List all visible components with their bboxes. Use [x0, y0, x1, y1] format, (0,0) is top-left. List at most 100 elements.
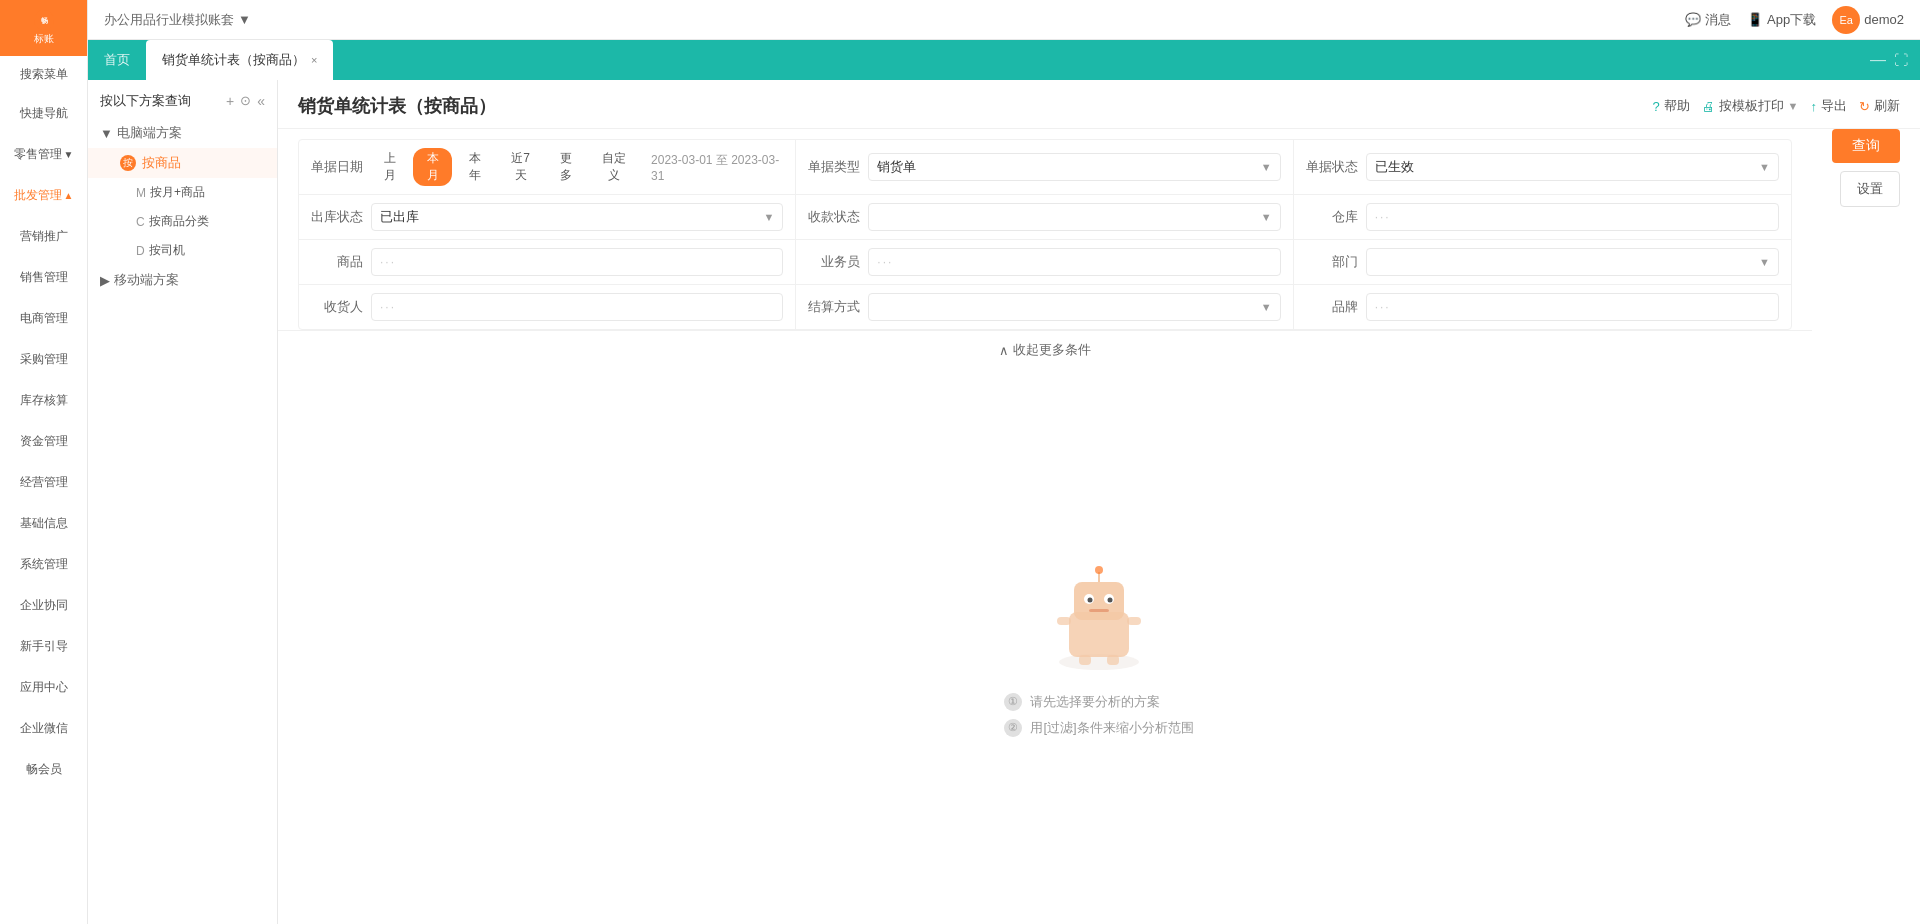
doc-status-value: 已生效 — [1375, 158, 1759, 176]
tree-subitem-icon-3: D — [136, 244, 145, 258]
hint2-num: ② — [1004, 719, 1022, 737]
warehouse2-input[interactable]: ··· — [1366, 203, 1779, 231]
query-button[interactable]: 查询 — [1832, 129, 1900, 163]
tab-home[interactable]: 首页 — [88, 40, 146, 80]
tree-subitem-month-product-label: 按月+商品 — [150, 184, 205, 201]
sidebar-search[interactable]: 搜索菜单 — [16, 56, 72, 93]
warehouse-label: 出库状态 — [311, 208, 371, 226]
sidebar-item-system[interactable]: 系统管理 — [0, 544, 87, 585]
svg-rect-13 — [1127, 617, 1141, 625]
collapse-row: ∧ 收起更多条件 — [278, 330, 1812, 369]
warehouse-select[interactable]: 已出库 ▼ — [371, 203, 783, 231]
tab-active[interactable]: 销货单统计表（按商品） × — [146, 40, 333, 80]
template-print-btn[interactable]: 🖨 按模板打印 ▼ — [1702, 97, 1799, 115]
settings-button[interactable]: 设置 — [1840, 171, 1900, 207]
date-btn-this-month[interactable]: 本月 — [413, 148, 451, 186]
doc-status-select[interactable]: 已生效 ▼ — [1366, 153, 1779, 181]
date-btn-last-month[interactable]: 上月 — [371, 148, 409, 186]
help-btn[interactable]: ? 帮助 — [1652, 97, 1689, 115]
sidebar-item-member[interactable]: 畅会员 — [0, 749, 87, 790]
filter-cell-brand: 品牌 ··· — [1294, 285, 1791, 329]
dept-select[interactable]: ▼ — [1366, 248, 1779, 276]
tree-section-desktop-arrow: ▼ — [100, 126, 113, 141]
collect-label: 收款状态 — [808, 208, 868, 226]
doc-status-arrow: ▼ — [1759, 161, 1770, 173]
sidebar-item-purchase[interactable]: 采购管理 — [0, 339, 87, 380]
tree-section-mobile-label: 移动端方案 — [114, 271, 179, 289]
sidebar-item-business[interactable]: 经营管理 — [0, 462, 87, 503]
date-btn-custom[interactable]: 自定义 — [589, 148, 639, 186]
user-btn[interactable]: Ea demo2 — [1832, 6, 1904, 34]
sidebar-item-appstore[interactable]: 应用中心 — [0, 667, 87, 708]
brand-control: ··· — [1366, 293, 1779, 321]
salesperson-control: ··· — [868, 248, 1280, 276]
product-input[interactable]: ··· — [371, 248, 783, 276]
date-btn-this-year[interactable]: 本年 — [456, 148, 494, 186]
export-btn[interactable]: ↑ 导出 — [1811, 97, 1848, 115]
topbar: 办公用品行业模拟账套 ▼ 💬 消息 📱 App下载 Ea demo2 — [88, 0, 1920, 40]
tab-minimize-icon[interactable]: — — [1870, 51, 1886, 69]
empty-state: ① 请先选择要分析的方案 ② 用[过滤]条件来缩小分析范围 — [278, 369, 1920, 924]
salesperson-input[interactable]: ··· — [868, 248, 1280, 276]
receiver-dots: ··· — [380, 300, 396, 314]
collapse-icon: ∧ — [999, 343, 1009, 358]
tree-section-desktop-title[interactable]: ▼ 电脑端方案 — [88, 118, 277, 148]
collapse-btn[interactable]: ∧ 收起更多条件 — [999, 335, 1091, 365]
message-btn[interactable]: 💬 消息 — [1685, 11, 1731, 29]
sidebar-item-marketing[interactable]: 营销推广 — [0, 216, 87, 257]
collapse-panel-icon[interactable]: « — [257, 93, 265, 109]
sidebar-item-newbie[interactable]: 新手引导 — [0, 626, 87, 667]
sidebar-item-quick-nav[interactable]: 快捷导航 — [0, 93, 87, 134]
tab-close-icon[interactable]: × — [311, 54, 317, 66]
tree-section-desktop-label: 电脑端方案 — [117, 124, 182, 142]
sidebar-item-corpwechat[interactable]: 企业微信 — [0, 708, 87, 749]
industry-label: 办公用品行业模拟账套 — [104, 11, 234, 29]
tree-section-mobile-title[interactable]: ▶ 移动端方案 — [88, 265, 277, 295]
doc-status-label: 单据状态 — [1306, 158, 1366, 176]
tree-subitem-driver[interactable]: D 按司机 — [88, 236, 277, 265]
doc-type-select[interactable]: 销货单 ▼ — [868, 153, 1280, 181]
filter-cell-warehouse-status: 出库状态 已出库 ▼ — [299, 195, 796, 239]
filter-cell-collect: 收款状态 ▼ — [796, 195, 1293, 239]
brand-input[interactable]: ··· — [1366, 293, 1779, 321]
wholesale-arrow: ▲ — [64, 190, 74, 201]
sidebar-item-basic[interactable]: 基础信息 — [0, 503, 87, 544]
add-scheme-icon[interactable]: + — [226, 93, 234, 109]
date-btn-more[interactable]: 更多 — [547, 148, 585, 186]
sidebar-item-finance[interactable]: 资金管理 — [0, 421, 87, 462]
sidebar-item-enterprise[interactable]: 企业协同 — [0, 585, 87, 626]
sidebar-item-inventory[interactable]: 库存核算 — [0, 380, 87, 421]
date-control: 上月 本月 本年 近7天 更多 自定义 2023-03-01 至 2023-03… — [371, 148, 783, 186]
warehouse-arrow: ▼ — [763, 211, 774, 223]
svg-rect-14 — [1079, 655, 1091, 665]
refresh-label: 刷新 — [1874, 97, 1900, 115]
tree-subitem-product-category[interactable]: C 按商品分类 — [88, 207, 277, 236]
tabbar: 首页 销货单统计表（按商品） × — ⛶ — [88, 40, 1920, 80]
settle-select[interactable]: ▼ — [868, 293, 1280, 321]
left-panel: 按以下方案查询 + ⊙ « ▼ 电脑端方案 按 按商品 M 按月 — [88, 80, 278, 924]
date-btn-7days[interactable]: 近7天 — [498, 148, 543, 186]
edit-scheme-icon[interactable]: ⊙ — [240, 93, 251, 109]
empty-illustration — [1039, 557, 1159, 677]
sidebar-item-ecommerce[interactable]: 电商管理 — [0, 298, 87, 339]
sidebar-item-wholesale[interactable]: 批发管理▲ — [0, 175, 87, 216]
receiver-input[interactable]: ··· — [371, 293, 783, 321]
filter-query-wrapper: 单据日期 上月 本月 本年 近7天 更多 自定义 — [278, 129, 1920, 369]
app-download-btn[interactable]: 📱 App下载 — [1747, 11, 1816, 29]
sidebar-item-retail[interactable]: 零售管理▼ — [0, 134, 87, 175]
settle-control: ▼ — [868, 293, 1280, 321]
industry-selector[interactable]: 办公用品行业模拟账套 ▼ — [104, 11, 251, 29]
page-header: 销货单统计表（按商品） ? 帮助 🖨 按模板打印 ▼ ↑ 导出 — [278, 80, 1920, 129]
tab-expand-icon[interactable]: ⛶ — [1894, 52, 1908, 68]
doc-type-value: 销货单 — [877, 158, 1260, 176]
tree-subitem-month-product[interactable]: M 按月+商品 — [88, 178, 277, 207]
mobile-icon: 📱 — [1747, 12, 1763, 27]
svg-rect-15 — [1107, 655, 1119, 665]
refresh-btn[interactable]: ↻ 刷新 — [1859, 97, 1900, 115]
collect-select[interactable]: ▼ — [868, 203, 1280, 231]
filter-row-4: 收货人 ··· 结算方式 — [299, 285, 1791, 329]
sidebar-item-sales[interactable]: 销售管理 — [0, 257, 87, 298]
tree-item-by-product[interactable]: 按 按商品 — [88, 148, 277, 178]
refresh-icon: ↻ — [1859, 99, 1870, 114]
date-range-display: 2023-03-01 至 2023-03-31 — [651, 152, 783, 183]
